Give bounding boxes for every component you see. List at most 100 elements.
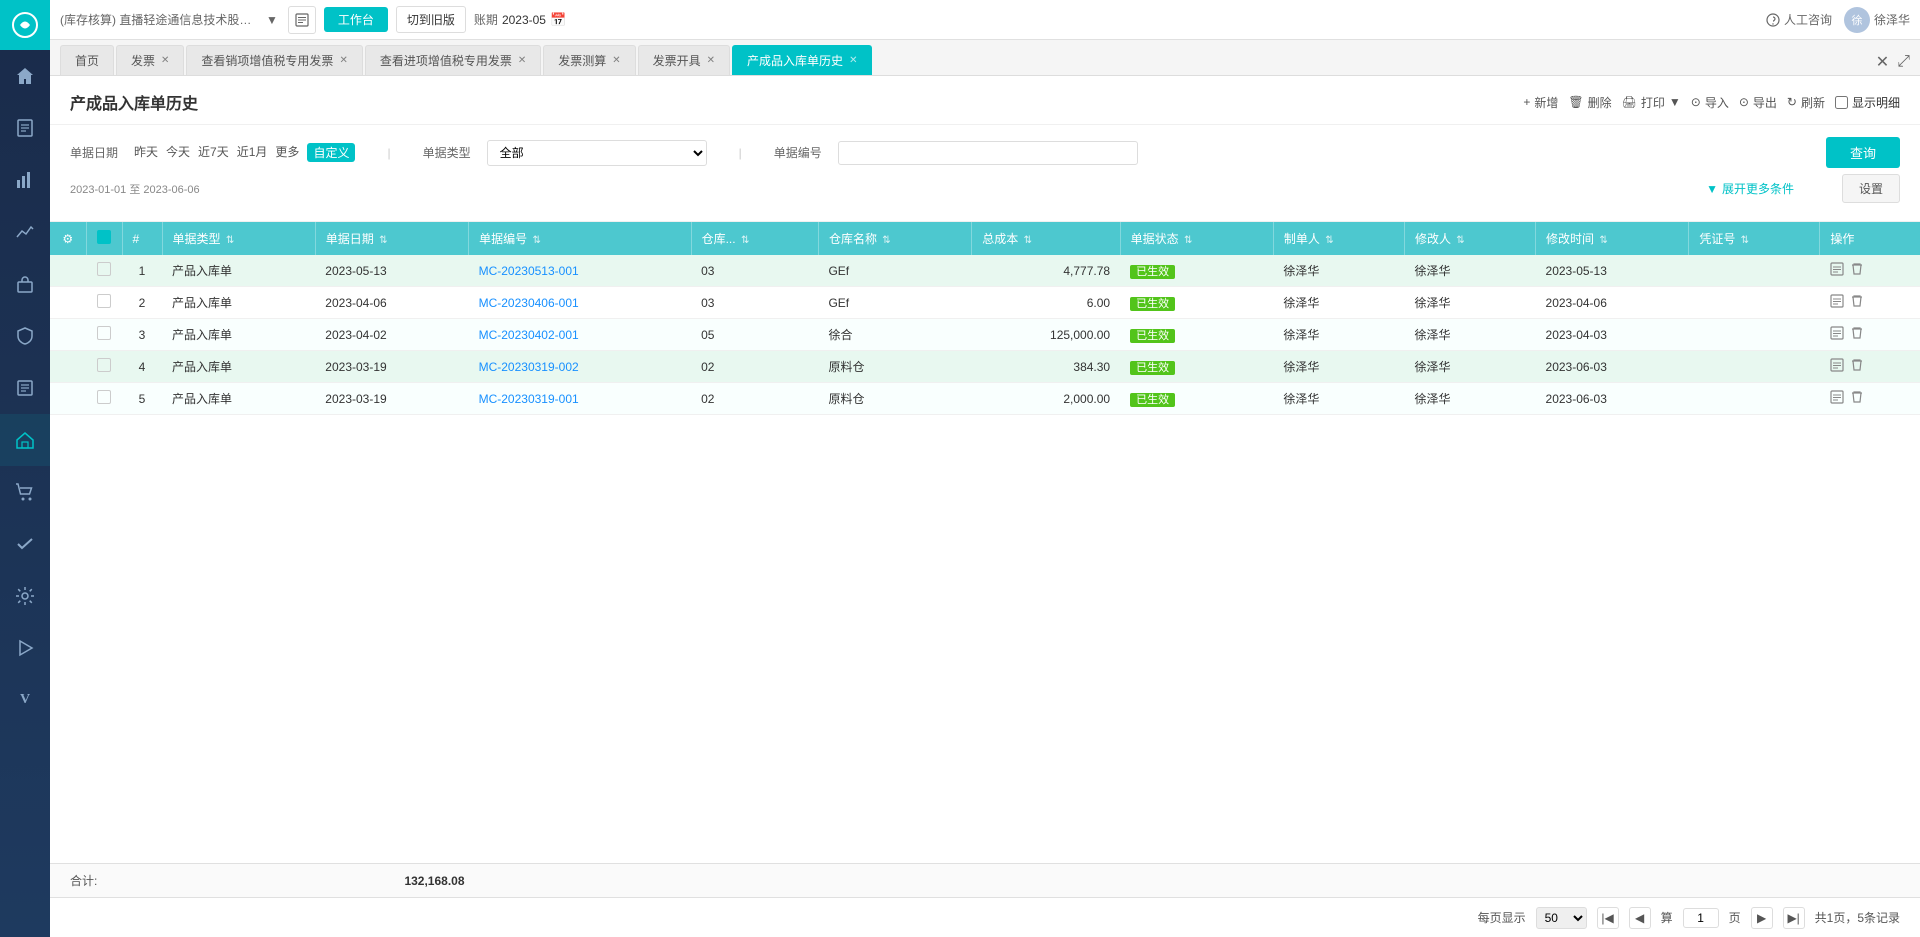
sidebar-item-settings[interactable] bbox=[0, 570, 50, 622]
sidebar-item-assets[interactable] bbox=[0, 258, 50, 310]
sidebar-item-documents[interactable] bbox=[0, 362, 50, 414]
row-checkbox-1[interactable] bbox=[97, 294, 111, 308]
header-checkbox[interactable] bbox=[97, 230, 111, 244]
th-warehouse-code[interactable]: 仓库... ⇅ bbox=[691, 222, 818, 255]
switch-version-btn[interactable]: 切到旧版 bbox=[396, 6, 466, 33]
th-modify-time[interactable]: 修改时间 ⇅ bbox=[1536, 222, 1689, 255]
sidebar-item-purchase[interactable] bbox=[0, 466, 50, 518]
doc-no-link-1[interactable]: MC-20230406-001 bbox=[479, 296, 579, 310]
document-icon-btn[interactable] bbox=[288, 6, 316, 34]
delete-btn[interactable]: 🗑 删除 bbox=[1568, 94, 1611, 111]
query-btn[interactable]: 查询 bbox=[1826, 137, 1900, 168]
row-edit-icon-4[interactable] bbox=[1830, 390, 1844, 407]
row-edit-icon-0[interactable] bbox=[1830, 262, 1844, 279]
doc-no-link-3[interactable]: MC-20230319-002 bbox=[479, 360, 579, 374]
date-more[interactable]: 更多 bbox=[275, 143, 299, 162]
tab-invoice-open-close[interactable]: ✕ bbox=[707, 55, 715, 66]
expand-filter-btn[interactable]: ▼ 展开更多条件 bbox=[1706, 180, 1794, 197]
first-page-btn[interactable]: |◀ bbox=[1597, 907, 1619, 929]
tab-check-sale-vat[interactable]: 查看销项增值税专用发票 ✕ bbox=[186, 45, 362, 75]
tab-check-sale-vat-close[interactable]: ✕ bbox=[339, 55, 347, 66]
row-checkbox-0[interactable] bbox=[97, 262, 111, 276]
th-modifier[interactable]: 修改人 ⇅ bbox=[1404, 222, 1535, 255]
refresh-btn[interactable]: ↻ 刷新 bbox=[1787, 94, 1825, 111]
print-btn[interactable]: 🖨 打印 ▼ bbox=[1622, 94, 1681, 111]
sidebar-item-analytics[interactable] bbox=[0, 154, 50, 206]
tab-invoice-calc[interactable]: 发票测算 ✕ bbox=[543, 45, 635, 75]
row-delete-icon-0[interactable] bbox=[1850, 262, 1864, 279]
per-page-select[interactable]: 20 50 100 bbox=[1536, 907, 1587, 929]
row-edit-icon-3[interactable] bbox=[1830, 358, 1844, 375]
th-voucher-no[interactable]: 凭证号 ⇅ bbox=[1689, 222, 1820, 255]
doc-no-input[interactable] bbox=[838, 141, 1138, 165]
row-delete-icon-4[interactable] bbox=[1850, 390, 1864, 407]
set-btn[interactable]: 设置 bbox=[1842, 174, 1900, 203]
td-check-4[interactable] bbox=[86, 383, 122, 415]
tab-invoice-open[interactable]: 发票开具 ✕ bbox=[638, 45, 730, 75]
page-input[interactable] bbox=[1683, 908, 1719, 928]
prev-page-btn[interactable]: ◀ bbox=[1629, 907, 1651, 929]
sidebar-item-warehouse[interactable] bbox=[0, 414, 50, 466]
th-warehouse-name[interactable]: 仓库名称 ⇅ bbox=[818, 222, 971, 255]
td-check-0[interactable] bbox=[86, 255, 122, 287]
workspace-btn[interactable]: 工作台 bbox=[324, 7, 388, 32]
td-check-2[interactable] bbox=[86, 319, 122, 351]
display-detail-checkbox-label[interactable]: 显示明细 bbox=[1835, 94, 1900, 111]
next-page-btn[interactable]: ▶ bbox=[1751, 907, 1773, 929]
tab-check-purchase-vat-close[interactable]: ✕ bbox=[518, 55, 526, 66]
th-checkbox[interactable] bbox=[86, 222, 122, 255]
title-dropdown[interactable]: ▼ bbox=[266, 13, 278, 27]
tab-home[interactable]: 首页 bbox=[60, 45, 114, 75]
th-total-cost[interactable]: 总成本 ⇅ bbox=[972, 222, 1120, 255]
th-status[interactable]: 单据状态 ⇅ bbox=[1120, 222, 1273, 255]
date-yesterday[interactable]: 昨天 bbox=[134, 143, 158, 162]
user-menu[interactable]: 徐 徐泽华 bbox=[1844, 7, 1910, 33]
last-page-btn[interactable]: ▶| bbox=[1783, 907, 1805, 929]
row-delete-icon-2[interactable] bbox=[1850, 326, 1864, 343]
new-btn[interactable]: + 新增 bbox=[1523, 94, 1558, 111]
date-custom[interactable]: 自定义 bbox=[307, 143, 355, 162]
tab-invoice[interactable]: 发票 ✕ bbox=[116, 45, 184, 75]
support-btn[interactable]: 人工咨询 bbox=[1766, 11, 1832, 28]
th-settings[interactable]: ⚙ bbox=[50, 222, 86, 255]
row-checkbox-2[interactable] bbox=[97, 326, 111, 340]
date-today[interactable]: 今天 bbox=[166, 143, 190, 162]
display-detail-checkbox[interactable] bbox=[1835, 96, 1848, 109]
td-doc-no-2[interactable]: MC-20230402-001 bbox=[469, 319, 692, 351]
doc-no-link-0[interactable]: MC-20230513-001 bbox=[479, 264, 579, 278]
sidebar-item-report[interactable] bbox=[0, 206, 50, 258]
row-checkbox-4[interactable] bbox=[97, 390, 111, 404]
sidebar-item-media[interactable] bbox=[0, 622, 50, 674]
row-edit-icon-2[interactable] bbox=[1830, 326, 1844, 343]
th-doc-type[interactable]: 单据类型 ⇅ bbox=[162, 222, 315, 255]
tab-invoice-close[interactable]: ✕ bbox=[161, 55, 169, 66]
calendar-icon[interactable]: 📅 bbox=[550, 12, 566, 28]
th-doc-date[interactable]: 单据日期 ⇅ bbox=[315, 222, 468, 255]
date-1month[interactable]: 近1月 bbox=[237, 143, 268, 162]
row-checkbox-3[interactable] bbox=[97, 358, 111, 372]
tab-check-purchase-vat[interactable]: 查看进项增值税专用发票 ✕ bbox=[365, 45, 541, 75]
date-7days[interactable]: 近7天 bbox=[198, 143, 229, 162]
export-btn[interactable]: ⊙ 导出 bbox=[1739, 94, 1777, 111]
tab-product-inbound-close[interactable]: ✕ bbox=[849, 55, 857, 66]
sidebar-item-invoice[interactable] bbox=[0, 102, 50, 154]
tab-invoice-calc-close[interactable]: ✕ bbox=[612, 55, 620, 66]
tab-close-icon[interactable]: ✕ bbox=[1876, 52, 1889, 72]
import-btn[interactable]: ⊙ 导入 bbox=[1691, 94, 1729, 111]
td-check-3[interactable] bbox=[86, 351, 122, 383]
td-doc-no-1[interactable]: MC-20230406-001 bbox=[469, 287, 692, 319]
th-creator[interactable]: 制单人 ⇅ bbox=[1273, 222, 1404, 255]
sidebar-item-security[interactable] bbox=[0, 310, 50, 362]
doc-type-select[interactable]: 全部 产品入库单 bbox=[487, 140, 707, 166]
td-check-1[interactable] bbox=[86, 287, 122, 319]
td-doc-no-3[interactable]: MC-20230319-002 bbox=[469, 351, 692, 383]
row-edit-icon-1[interactable] bbox=[1830, 294, 1844, 311]
sidebar-item-tasks[interactable] bbox=[0, 518, 50, 570]
td-doc-no-4[interactable]: MC-20230319-001 bbox=[469, 383, 692, 415]
tab-maximize-icon[interactable]: ⤢ bbox=[1897, 53, 1910, 71]
sidebar-item-home[interactable] bbox=[0, 50, 50, 102]
row-delete-icon-3[interactable] bbox=[1850, 358, 1864, 375]
row-delete-icon-1[interactable] bbox=[1850, 294, 1864, 311]
doc-no-link-2[interactable]: MC-20230402-001 bbox=[479, 328, 579, 342]
th-doc-no[interactable]: 单据编号 ⇅ bbox=[469, 222, 692, 255]
